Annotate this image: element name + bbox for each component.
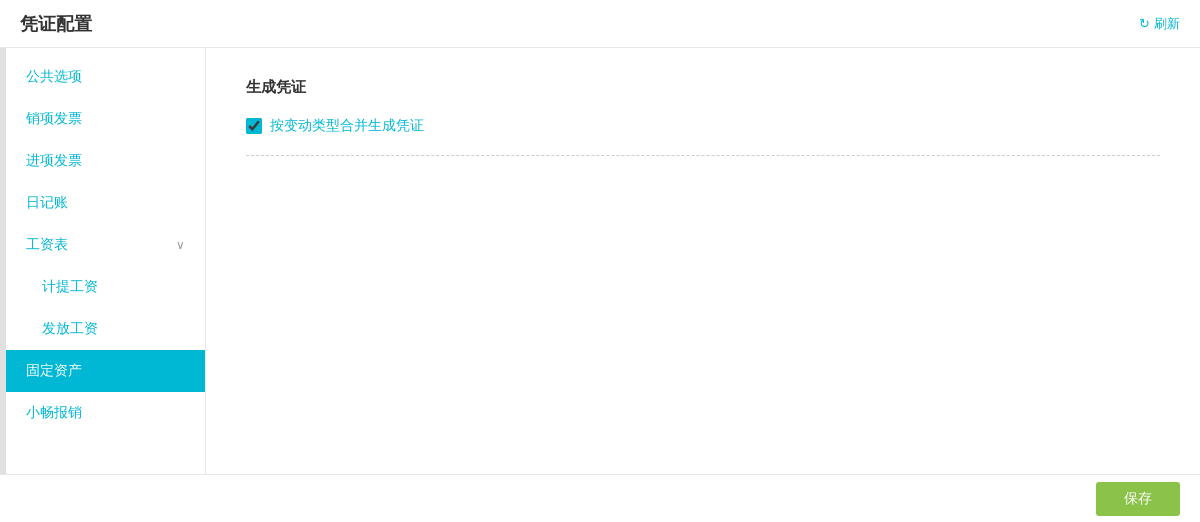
content-area: 生成凭证 按变动类型合并生成凭证 xyxy=(206,48,1200,474)
sidebar-label-payroll-calc: 计提工资 xyxy=(42,278,98,296)
sidebar-item-fixed-assets[interactable]: 固定资产 xyxy=(6,350,205,392)
sidebar-label-payroll-pay: 发放工资 xyxy=(42,320,98,338)
sidebar-label-public-options: 公共选项 xyxy=(26,68,82,86)
main-layout: 公共选项销项发票进项发票日记账工资表 ∨ 计提工资发放工资固定资产小畅报销 生成凭证… xyxy=(0,48,1200,474)
sidebar: 公共选项销项发票进项发票日记账工资表 ∨ 计提工资发放工资固定资产小畅报销 xyxy=(6,48,206,474)
page-header: 凭证配置 ↻ 刷新 xyxy=(0,0,1200,48)
sidebar-label-journal: 日记账 xyxy=(26,194,68,212)
refresh-label: 刷新 xyxy=(1154,15,1180,33)
chevron-down-icon: ∨ xyxy=(176,238,185,252)
page-title: 凭证配置 xyxy=(20,12,92,36)
sidebar-item-purchase-invoice[interactable]: 进项发票 xyxy=(6,140,205,182)
section-title: 生成凭证 xyxy=(246,78,1160,97)
sidebar-label-sales-invoice: 销项发票 xyxy=(26,110,82,128)
refresh-icon: ↻ xyxy=(1139,16,1150,31)
sidebar-item-public-options[interactable]: 公共选项 xyxy=(6,56,205,98)
sidebar-item-expense-report[interactable]: 小畅报销 xyxy=(6,392,205,434)
sidebar-label-expense-report: 小畅报销 xyxy=(26,404,82,422)
save-button[interactable]: 保存 xyxy=(1096,482,1180,516)
refresh-button[interactable]: ↻ 刷新 xyxy=(1139,15,1180,33)
sidebar-item-payroll-calc[interactable]: 计提工资 xyxy=(6,266,205,308)
page-footer: 保存 xyxy=(0,474,1200,522)
sidebar-label-purchase-invoice: 进项发票 xyxy=(26,152,82,170)
sidebar-item-payroll-pay[interactable]: 发放工资 xyxy=(6,308,205,350)
sidebar-label-payroll-table: 工资表 xyxy=(26,236,68,254)
sidebar-label-fixed-assets: 固定资产 xyxy=(26,362,82,380)
section-divider xyxy=(246,155,1160,156)
merge-checkbox[interactable] xyxy=(246,118,262,134)
checkbox-row: 按变动类型合并生成凭证 xyxy=(246,117,1160,135)
left-edge-bar xyxy=(0,48,6,474)
sidebar-item-payroll-table[interactable]: 工资表 ∨ xyxy=(6,224,205,266)
sidebar-item-journal[interactable]: 日记账 xyxy=(6,182,205,224)
checkbox-label[interactable]: 按变动类型合并生成凭证 xyxy=(270,117,424,135)
sidebar-item-sales-invoice[interactable]: 销项发票 xyxy=(6,98,205,140)
